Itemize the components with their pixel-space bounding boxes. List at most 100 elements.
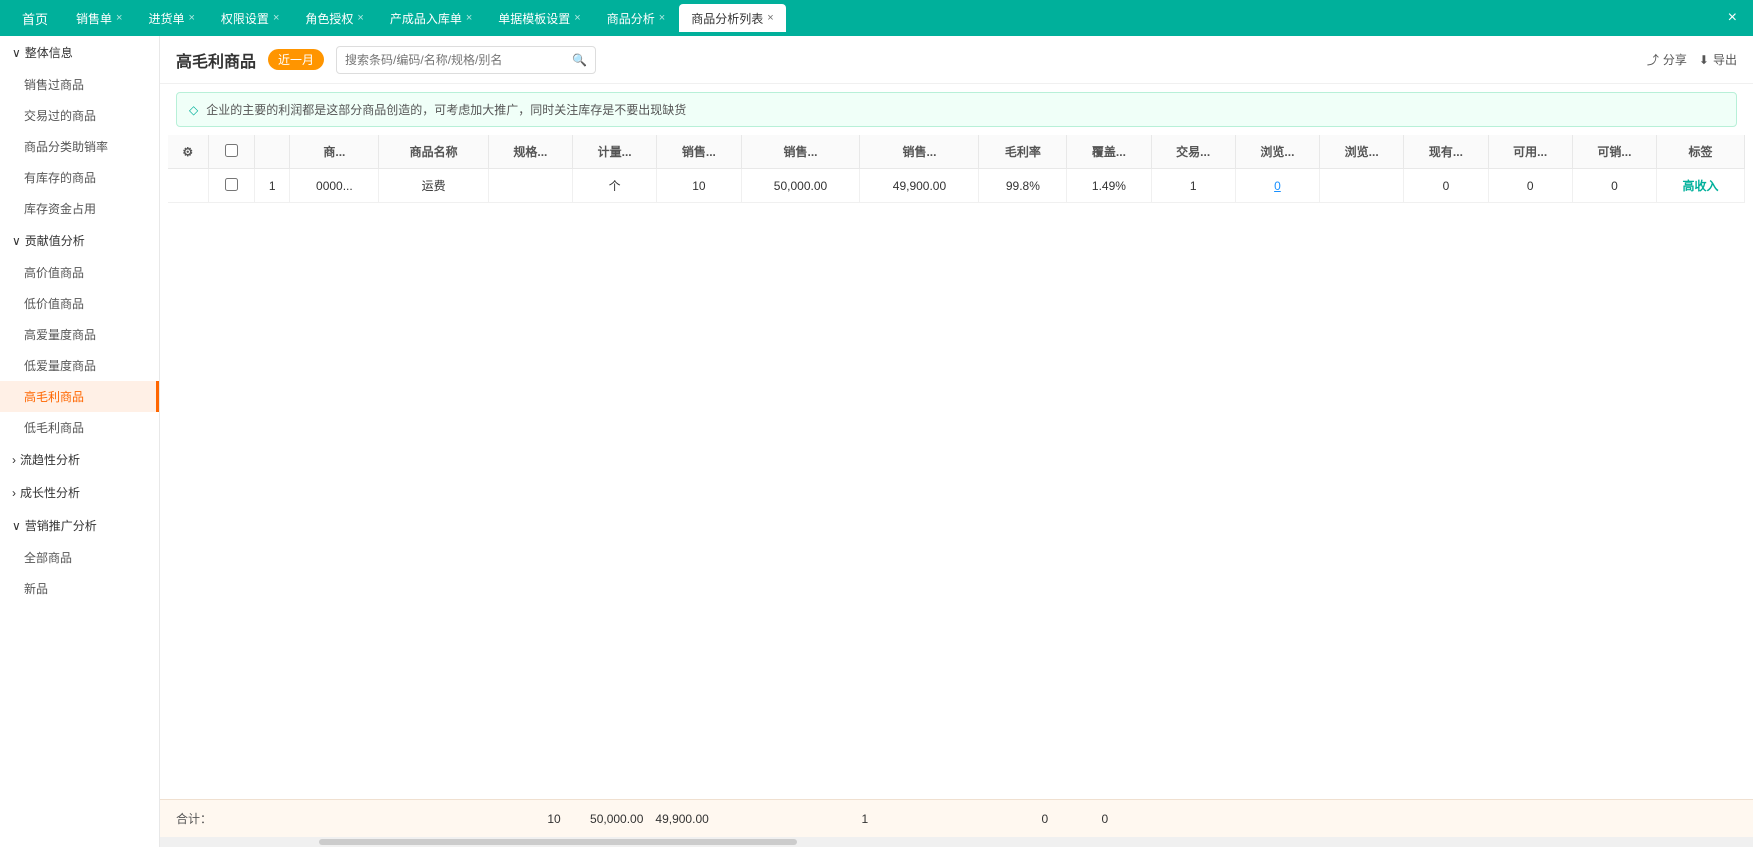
col-sales-cost[interactable]: 销售... — [860, 135, 979, 169]
row-browse1[interactable]: 0 — [1235, 169, 1319, 203]
header-actions: ⤴ 分享 ⬇ 导出 — [1647, 51, 1737, 68]
footer-summary: 合计： 10 50,000.00 49,900.00 1 0 0 — [160, 799, 1753, 837]
col-name[interactable]: 商品名称 — [379, 135, 488, 169]
close-product-entry-tab[interactable]: × — [466, 12, 472, 24]
nav-tab-template-settings[interactable]: 单据模板设置 × — [486, 4, 592, 32]
search-input[interactable] — [345, 53, 568, 67]
col-spec[interactable]: 规格... — [488, 135, 572, 169]
top-nav: 首页 销售单 × 进货单 × 权限设置 × 角色授权 × 产成品入库单 × 单据… — [0, 0, 1753, 36]
sidebar-item-traded-goods[interactable]: 交易过的商品 — [0, 100, 159, 131]
col-code[interactable]: 商... — [290, 135, 379, 169]
sidebar-item-new-goods[interactable]: 新品 — [0, 573, 159, 604]
sidebar-group-marketing-analysis[interactable]: ∨ 营销推广分析 — [0, 509, 159, 542]
col-tag[interactable]: 标签 — [1657, 135, 1745, 169]
col-sellable[interactable]: 可销... — [1572, 135, 1656, 169]
page-title: 高毛利商品 — [176, 48, 256, 72]
row-coverage: 1.49% — [1067, 169, 1151, 203]
nav-tab-role-permission[interactable]: 角色授权 × — [293, 4, 375, 32]
sidebar-item-all-goods[interactable]: 全部商品 — [0, 542, 159, 573]
sidebar-group-financial-analysis[interactable]: ∨ 贡献值分析 — [0, 224, 159, 257]
summary-label: 合计： — [176, 810, 212, 827]
data-table: ⚙ 商... 商品名称 规格... 计量... 销售... 销售... 销售..… — [168, 135, 1745, 203]
nav-tab-product-entry[interactable]: 产成品入库单 × — [378, 4, 484, 32]
summary-sales-qty: 10 — [524, 812, 584, 826]
close-permission-settings-tab[interactable]: × — [273, 12, 279, 24]
nav-tab-sales[interactable]: 销售单 × — [64, 4, 134, 32]
close-template-settings-tab[interactable]: × — [574, 12, 580, 24]
summary-current: 0 — [1015, 812, 1075, 826]
close-sales-tab[interactable]: × — [116, 12, 122, 24]
row-margin-rate: 99.8% — [979, 169, 1067, 203]
sidebar-group-growth-analysis[interactable]: › 成长性分析 — [0, 476, 159, 509]
nav-tab-commodity-analysis-list[interactable]: 商品分析列表 × — [679, 4, 785, 32]
sidebar-item-in-stock-goods[interactable]: 有库存的商品 — [0, 162, 159, 193]
col-coverage[interactable]: 覆盖... — [1067, 135, 1151, 169]
nav-tab-purchase[interactable]: 进货单 × — [136, 4, 206, 32]
row-sales-cost: 49,900.00 — [860, 169, 979, 203]
bottom-scrollbar[interactable] — [160, 837, 1753, 847]
close-role-permission-tab[interactable]: × — [357, 12, 363, 24]
nav-tab-commodity-analysis[interactable]: 商品分析 × — [595, 4, 677, 32]
table-wrapper[interactable]: ⚙ 商... 商品名称 规格... 计量... 销售... 销售... 销售..… — [168, 135, 1745, 799]
content-header: 高毛利商品 近一月 🔍 ⤴ 分享 ⬇ 导出 — [160, 36, 1753, 84]
gear-icon[interactable]: ⚙ — [182, 145, 193, 159]
col-current[interactable]: 现有... — [1404, 135, 1488, 169]
summary-available: 0 — [1075, 812, 1135, 826]
sidebar-collapse-button[interactable]: 《 — [159, 422, 160, 462]
row-sellable: 0 — [1572, 169, 1656, 203]
sidebar-item-high-margin-goods[interactable]: 高毛利商品 — [0, 381, 159, 412]
close-purchase-tab[interactable]: × — [188, 12, 194, 24]
info-bar: ◇ 企业的主要的利润都是这部分商品创造的，可考虑加大推广，同时关注库存是不要出现… — [176, 92, 1737, 127]
search-icon[interactable]: 🔍 — [572, 53, 587, 67]
col-sales-qty[interactable]: 销售... — [657, 135, 741, 169]
col-gear[interactable]: ⚙ — [168, 135, 208, 169]
col-margin-rate[interactable]: 毛利率 — [979, 135, 1067, 169]
chevron-down-icon-2: ∨ — [12, 234, 21, 248]
row-name: 运费 — [379, 169, 488, 203]
close-commodity-analysis-list-tab[interactable]: × — [767, 12, 773, 24]
row-available: 0 — [1488, 169, 1572, 203]
row-unit: 个 — [573, 169, 657, 203]
sidebar-item-low-freq-goods[interactable]: 低爱量度商品 — [0, 350, 159, 381]
col-unit[interactable]: 计量... — [573, 135, 657, 169]
filter-period-button[interactable]: 近一月 — [268, 49, 324, 70]
col-available[interactable]: 可用... — [1488, 135, 1572, 169]
row-sales-qty: 10 — [657, 169, 741, 203]
col-browse2[interactable]: 浏览... — [1320, 135, 1404, 169]
export-icon: ⬇ — [1699, 53, 1709, 67]
nav-tab-home[interactable]: 首页 — [8, 4, 62, 32]
table-row: 1 0000... 运费 个 10 50,000.00 49,900.00 99… — [168, 169, 1745, 203]
row-select-checkbox[interactable] — [225, 178, 238, 191]
row-sales-amount: 50,000.00 — [741, 169, 860, 203]
select-all-checkbox[interactable] — [225, 144, 238, 157]
sidebar-item-sales-goods[interactable]: 销售过商品 — [0, 69, 159, 100]
search-box[interactable]: 🔍 — [336, 46, 596, 74]
content-area: 高毛利商品 近一月 🔍 ⤴ 分享 ⬇ 导出 ◇ 企业的主要的利润都是这部分商品创… — [160, 36, 1753, 847]
sidebar-group-trend-analysis[interactable]: › 流趋性分析 — [0, 443, 159, 476]
close-commodity-analysis-tab[interactable]: × — [659, 12, 665, 24]
chevron-down-icon-3: ∨ — [12, 519, 21, 533]
sidebar-item-high-price-goods[interactable]: 高价值商品 — [0, 257, 159, 288]
col-sales-amount[interactable]: 销售... — [741, 135, 860, 169]
share-icon: ⤴ — [1647, 51, 1659, 68]
row-spec — [488, 169, 572, 203]
main-layout: 《 ∨ 整体信息 销售过商品 交易过的商品 商品分类助销率 有库存的商品 库存资… — [0, 36, 1753, 847]
info-text: 企业的主要的利润都是这部分商品创造的，可考虑加大推广，同时关注库存是不要出现缺货 — [206, 101, 686, 118]
export-button[interactable]: ⬇ 导出 — [1699, 51, 1737, 68]
sidebar-item-low-price-goods[interactable]: 低价值商品 — [0, 288, 159, 319]
sidebar-item-high-freq-goods[interactable]: 高爱量度商品 — [0, 319, 159, 350]
scrollbar-thumb[interactable] — [319, 839, 797, 845]
row-checkbox[interactable] — [208, 169, 255, 203]
close-all-button[interactable]: × — [1720, 9, 1745, 27]
col-transaction[interactable]: 交易... — [1151, 135, 1235, 169]
share-button[interactable]: ⤴ 分享 — [1647, 51, 1687, 68]
sidebar-item-goods-analysis-rate[interactable]: 商品分类助销率 — [0, 131, 159, 162]
sidebar-group-overall-info[interactable]: ∨ 整体信息 — [0, 36, 159, 69]
col-checkbox[interactable] — [208, 135, 255, 169]
sidebar-item-low-margin-goods[interactable]: 低毛利商品 — [0, 412, 159, 443]
chevron-down-icon: ∨ — [12, 46, 21, 60]
chevron-right-icon-2: › — [12, 486, 16, 500]
col-browse1[interactable]: 浏览... — [1235, 135, 1319, 169]
nav-tab-permission-settings[interactable]: 权限设置 × — [209, 4, 291, 32]
sidebar-item-inventory-capital[interactable]: 库存资金占用 — [0, 193, 159, 224]
